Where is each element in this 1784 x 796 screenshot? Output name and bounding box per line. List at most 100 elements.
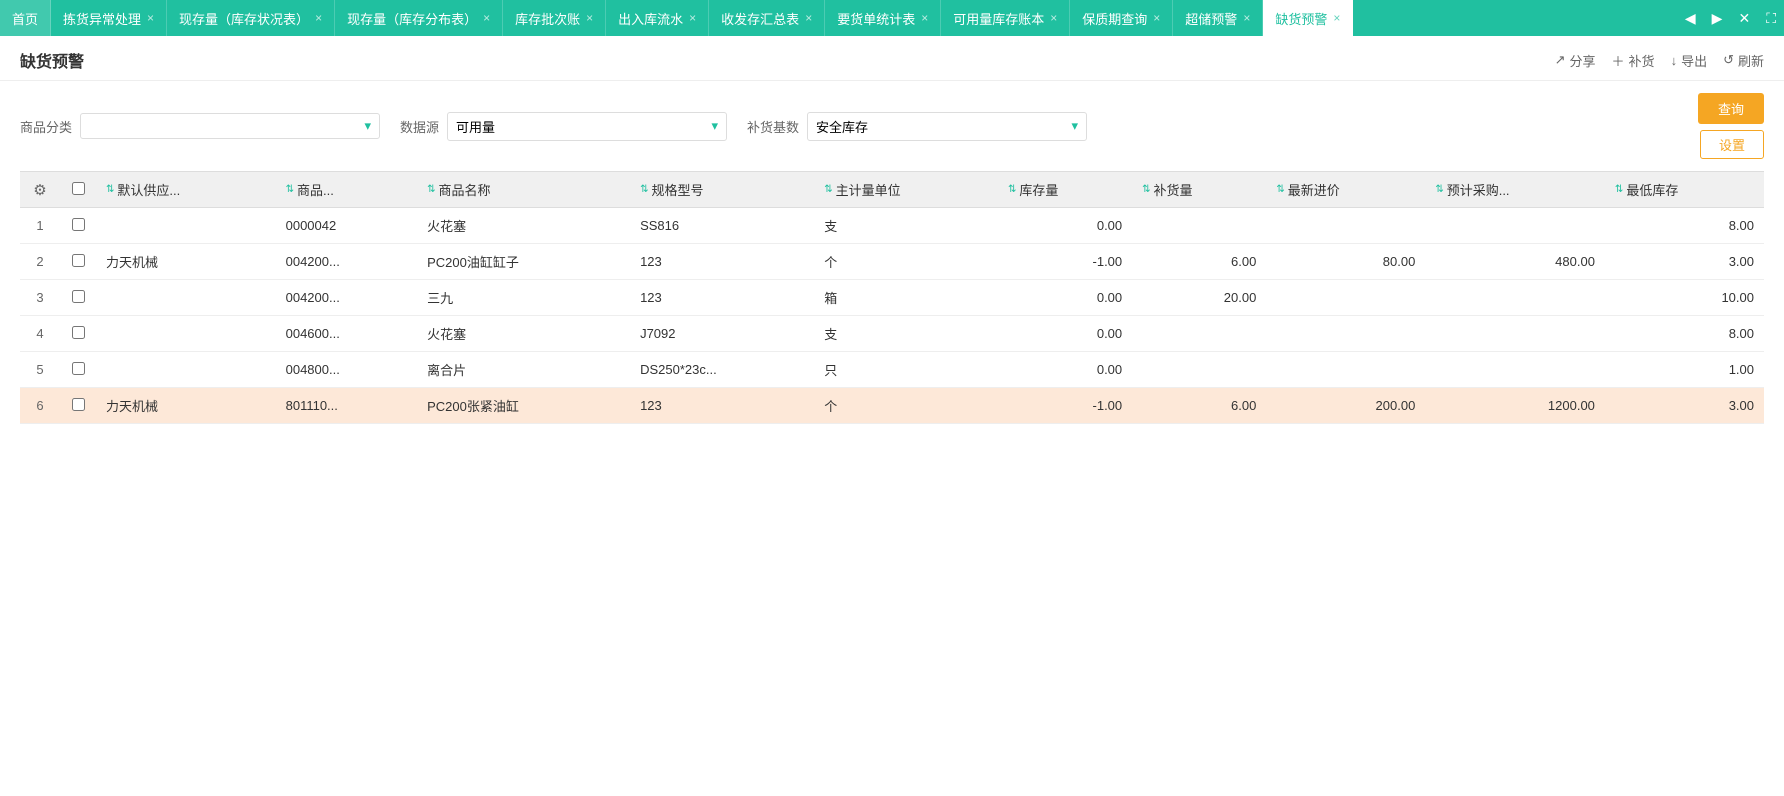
tab-inout-flow[interactable]: 出入库流水 × [606,0,709,36]
col-name-sort-icon[interactable]: ⇅ [427,184,435,195]
column-settings-icon[interactable]: ⚙ [33,182,46,199]
category-label: 商品分类 [20,117,72,136]
tab-abnormal[interactable]: 拣货异常处理 × [51,0,167,36]
table-row[interactable]: 5 004800... 离合片 DS250*23c... 只 0.00 1.00 [20,352,1764,388]
table-row[interactable]: 3 004200... 三九 123 箱 0.00 20.00 10.00 [20,280,1764,316]
row-checkbox-1[interactable] [60,208,96,244]
col-min-stock: ⇅最低库存 [1605,172,1764,208]
tab-home[interactable]: 首页 [0,0,51,36]
col-supplier-sort-icon[interactable]: ⇅ [106,184,114,195]
tab-close-available-ledger[interactable]: × [1050,11,1057,25]
col-price-sort-icon[interactable]: ⇅ [1276,184,1284,195]
row-price-2: 80.00 [1266,244,1425,280]
row-replenish-5 [1132,352,1266,388]
row-stock-6: -1.00 [998,388,1132,424]
table-row[interactable]: 6 力天机械 801110... PC200张紧油缸 123 个 -1.00 6… [20,388,1764,424]
row-minstock-4: 8.00 [1605,316,1764,352]
col-unit-sort-icon[interactable]: ⇅ [824,184,832,195]
row-name-4: 火花塞 [417,316,630,352]
tab-available-ledger[interactable]: 可用量库存账本 × [941,0,1070,36]
col-code-sort-icon[interactable]: ⇅ [286,184,294,195]
shortage-table: ⚙ ⇅默认供应... ⇅商品... ⇅商品名称 ⇅规格型号 [20,171,1764,424]
row-checkbox-5[interactable] [60,352,96,388]
col-stock-qty: ⇅库存量 [998,172,1132,208]
row-price-4 [1266,316,1425,352]
table-row[interactable]: 1 0000042 火花塞 SS816 支 0.00 8.00 [20,208,1764,244]
tab-inventory-status[interactable]: 现存量（库存状况表） × [167,0,335,36]
row-spec-2: 123 [630,244,814,280]
tab-demand-stat[interactable]: 要货单统计表 × [825,0,941,36]
tab-bar: 首页 拣货异常处理 × 现存量（库存状况表） × 现存量（库存分布表） × 库存… [0,0,1784,36]
tab-close-abnormal[interactable]: × [147,11,154,25]
row-minstock-5: 1.00 [1605,352,1764,388]
col-est-sort-icon[interactable]: ⇅ [1435,184,1443,195]
row-spec-1: SS816 [630,208,814,244]
tab-close-inventory-dist[interactable]: × [483,11,490,25]
row-estimated-6: 1200.00 [1425,388,1605,424]
datasource-filter-group: 数据源 可用量 ▾ [400,112,727,141]
datasource-select[interactable]: 可用量 ▾ [447,112,727,141]
row-spec-5: DS250*23c... [630,352,814,388]
base-select[interactable]: 安全库存 ▾ [807,112,1087,141]
settings-button[interactable]: 设置 [1700,130,1764,159]
tab-close-inventory-status[interactable]: × [315,11,322,25]
col-min-sort-icon[interactable]: ⇅ [1615,184,1623,195]
col-stock-sort-icon[interactable]: ⇅ [1008,184,1016,195]
row-name-6: PC200张紧油缸 [417,388,630,424]
col-spec-sort-icon[interactable]: ⇅ [640,184,648,195]
tab-close-batch-account[interactable]: × [586,11,593,25]
tab-shortage-warn[interactable]: 缺货预警 × [1263,0,1353,36]
row-supplier-6: 力天机械 [96,388,276,424]
col-replenish-qty: ⇅补货量 [1132,172,1266,208]
tab-batch-account[interactable]: 库存批次账 × [503,0,606,36]
row-estimated-5 [1425,352,1605,388]
tab-overstock-warn[interactable]: 超储预警 × [1173,0,1263,36]
tab-close-inout-flow[interactable]: × [689,11,696,25]
row-spec-3: 123 [630,280,814,316]
table-row[interactable]: 4 004600... 火花塞 J7092 支 0.00 8.00 [20,316,1764,352]
tab-close-shortage-warn[interactable]: × [1333,11,1340,25]
row-checkbox-6[interactable] [60,388,96,424]
query-button[interactable]: 查询 [1698,93,1764,124]
table-wrapper: ⚙ ⇅默认供应... ⇅商品... ⇅商品名称 ⇅规格型号 [0,171,1784,424]
share-action[interactable]: ↗ 分享 [1555,51,1596,70]
export-action[interactable]: ↓ 导出 [1671,51,1708,70]
refresh-action[interactable]: ↺ 刷新 [1723,51,1764,70]
row-stock-2: -1.00 [998,244,1132,280]
replenish-action[interactable]: ＋ 补货 [1612,51,1655,70]
row-supplier-2: 力天机械 [96,244,276,280]
row-replenish-4 [1132,316,1266,352]
tab-inventory-dist[interactable]: 现存量（库存分布表） × [335,0,503,36]
row-estimated-1 [1425,208,1605,244]
col-product-name: ⇅商品名称 [417,172,630,208]
tab-close-collect-summary[interactable]: × [805,11,812,25]
tab-collect-summary[interactable]: 收发存汇总表 × [709,0,825,36]
tab-close-window-button[interactable]: ✕ [1730,0,1758,36]
category-dropdown-icon: ▾ [364,118,371,134]
row-replenish-2: 6.00 [1132,244,1266,280]
row-checkbox-3[interactable] [60,280,96,316]
category-select[interactable]: ▾ [80,113,380,139]
tab-next-button[interactable]: ▶ [1704,0,1731,36]
page-title: 缺货预警 [20,48,84,72]
tab-expand-button[interactable]: ⛶ [1758,0,1784,36]
category-filter-group: 商品分类 ▾ [20,113,380,139]
tab-close-demand-stat[interactable]: × [921,11,928,25]
row-checkbox-4[interactable] [60,316,96,352]
col-replenish-sort-icon[interactable]: ⇅ [1142,184,1150,195]
page-header: 缺货预警 ↗ 分享 ＋ 补货 ↓ 导出 ↺ 刷新 [0,36,1784,81]
table-row[interactable]: 2 力天机械 004200... PC200油缸缸子 123 个 -1.00 6… [20,244,1764,280]
tab-close-expiry-query[interactable]: × [1153,11,1160,25]
row-price-3 [1266,280,1425,316]
row-code-5: 004800... [276,352,417,388]
row-minstock-6: 3.00 [1605,388,1764,424]
share-icon: ↗ [1555,52,1566,68]
tab-prev-button[interactable]: ◀ [1677,0,1704,36]
tab-close-overstock-warn[interactable]: × [1243,11,1250,25]
row-stock-5: 0.00 [998,352,1132,388]
col-settings[interactable]: ⚙ [20,172,60,208]
tab-expiry-query[interactable]: 保质期查询 × [1070,0,1173,36]
row-checkbox-2[interactable] [60,244,96,280]
select-all-checkbox[interactable] [72,182,85,195]
row-unit-2: 个 [814,244,998,280]
